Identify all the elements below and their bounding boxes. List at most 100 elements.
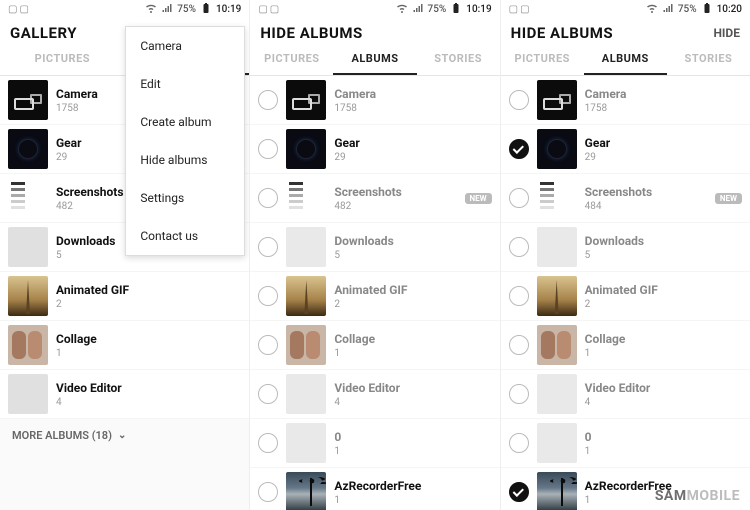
overflow-menu: CameraEditCreate albumHide albumsSetting… — [125, 26, 245, 256]
album-thumbnail — [286, 472, 326, 510]
album-name: Collage — [56, 332, 241, 346]
tab-stories[interactable]: STORIES — [667, 44, 750, 75]
album-thumbnail — [537, 374, 577, 414]
status-bar: ▢ ▢ 75% 10:19 — [0, 0, 249, 18]
menu-item[interactable]: Hide albums — [126, 141, 244, 179]
select-checkbox[interactable] — [258, 139, 278, 159]
hide-button[interactable]: HIDE — [713, 26, 740, 40]
album-thumbnail — [537, 178, 577, 218]
select-checkbox[interactable] — [509, 433, 529, 453]
more-albums-label: MORE ALBUMS (18) — [12, 429, 112, 442]
album-row[interactable]: Collage1 — [250, 321, 499, 370]
album-row[interactable]: Gear 29 — [250, 125, 499, 174]
album-row[interactable]: Gear29 — [501, 125, 750, 174]
album-list: Camera1758 Gear 29 Screenshots482NEWDownloa… — [250, 76, 499, 510]
album-thumbnail — [537, 227, 577, 267]
album-row[interactable]: Video Editor4 — [501, 370, 750, 419]
watermark: SAMMOBILE — [655, 488, 740, 504]
album-row[interactable]: Animated GIF2 — [250, 272, 499, 321]
album-row[interactable]: Collage1 — [501, 321, 750, 370]
album-thumbnail — [286, 423, 326, 463]
album-thumbnail — [537, 276, 577, 316]
album-row[interactable]: Video Editor4 — [0, 370, 249, 419]
select-checkbox[interactable] — [509, 188, 529, 208]
select-checkbox[interactable] — [509, 90, 529, 110]
album-count: 2 — [334, 299, 491, 310]
select-checkbox[interactable] — [258, 433, 278, 453]
select-checkbox[interactable] — [258, 286, 278, 306]
battery-icon — [450, 2, 462, 17]
select-checkbox[interactable] — [509, 139, 529, 159]
menu-item[interactable]: Camera — [126, 27, 244, 65]
menu-item[interactable]: Create album — [126, 103, 244, 141]
album-count: 4 — [56, 397, 241, 408]
album-list: Camera1758Gear29Screenshots484NEWDownloa… — [501, 76, 750, 510]
screenshot-icon: ▢ — [8, 4, 17, 15]
screenshot-icon: ▢ — [19, 4, 28, 15]
album-row[interactable]: Animated GIF2 — [0, 272, 249, 321]
select-checkbox[interactable] — [258, 188, 278, 208]
screenshot-icon: ▢ — [258, 4, 267, 15]
select-checkbox[interactable] — [509, 286, 529, 306]
album-name: Gear — [334, 136, 491, 150]
select-checkbox[interactable] — [509, 335, 529, 355]
album-row[interactable]: Camera1758 — [250, 76, 499, 125]
album-row[interactable]: Video Editor 4 — [250, 370, 499, 419]
album-row[interactable]: 01 — [250, 419, 499, 468]
battery-text: 75% — [678, 4, 697, 15]
tab-albums[interactable]: ALBUMS — [584, 44, 667, 75]
select-checkbox[interactable] — [258, 335, 278, 355]
tab-pictures[interactable]: PICTURES — [250, 44, 333, 75]
menu-item[interactable]: Settings — [126, 179, 244, 217]
album-count: 4 — [334, 397, 491, 408]
panel-gallery: ▢ ▢ 75% 10:19 GALLERY PICTURES ALBUMS Ca… — [0, 0, 250, 510]
tab-stories[interactable]: STORIES — [417, 44, 500, 75]
album-row[interactable]: Animated GIF2 — [501, 272, 750, 321]
album-row[interactable]: Downloads5 — [250, 223, 499, 272]
tab-albums[interactable]: ALBUMS — [333, 44, 416, 75]
album-row[interactable]: AzRecorderFree1 — [250, 468, 499, 510]
menu-item[interactable]: Contact us — [126, 217, 244, 255]
tab-pictures[interactable]: PICTURES — [0, 44, 125, 75]
album-count: 29 — [334, 152, 491, 163]
album-count: 1 — [585, 348, 742, 359]
select-checkbox[interactable] — [509, 384, 529, 404]
select-checkbox[interactable] — [509, 482, 529, 502]
album-count: 1758 — [585, 103, 742, 114]
tabs: PICTURES ALBUMS STORIES — [250, 44, 499, 76]
screenshot-icon: ▢ — [520, 4, 529, 15]
album-name: Video Editor — [334, 381, 491, 395]
screenshot-icon: ▢ — [270, 4, 279, 15]
album-name: 0 — [585, 430, 742, 444]
status-bar: ▢ ▢ 75% 10:20 — [501, 0, 750, 18]
battery-icon — [701, 2, 713, 17]
tab-pictures[interactable]: PICTURES — [501, 44, 584, 75]
clock-text: 10:19 — [216, 4, 241, 15]
album-name: Video Editor — [585, 381, 742, 395]
wifi-icon — [396, 2, 408, 17]
album-thumbnail — [8, 178, 48, 218]
album-name: Camera — [334, 87, 491, 101]
select-checkbox[interactable] — [258, 482, 278, 502]
album-row[interactable]: Camera1758 — [501, 76, 750, 125]
menu-item[interactable]: Edit — [126, 65, 244, 103]
album-row[interactable]: Downloads5 — [501, 223, 750, 272]
select-checkbox[interactable] — [258, 237, 278, 257]
select-checkbox[interactable] — [258, 90, 278, 110]
album-row[interactable]: 01 — [501, 419, 750, 468]
album-thumbnail — [286, 129, 326, 169]
clock-text: 10:19 — [466, 4, 491, 15]
album-thumbnail — [286, 276, 326, 316]
album-row[interactable]: Screenshots482NEW — [250, 174, 499, 223]
album-name: Gear — [585, 136, 742, 150]
clock-text: 10:20 — [717, 4, 742, 15]
album-row[interactable]: Screenshots484NEW — [501, 174, 750, 223]
album-count: 5 — [334, 250, 491, 261]
select-checkbox[interactable] — [509, 237, 529, 257]
more-albums-button[interactable]: MORE ALBUMS (18) ⌄ — [0, 419, 249, 452]
album-row[interactable]: Collage1 — [0, 321, 249, 370]
album-count: 1 — [585, 446, 742, 457]
album-name: AzRecorderFree — [334, 479, 491, 493]
album-thumbnail — [286, 178, 326, 218]
select-checkbox[interactable] — [258, 384, 278, 404]
